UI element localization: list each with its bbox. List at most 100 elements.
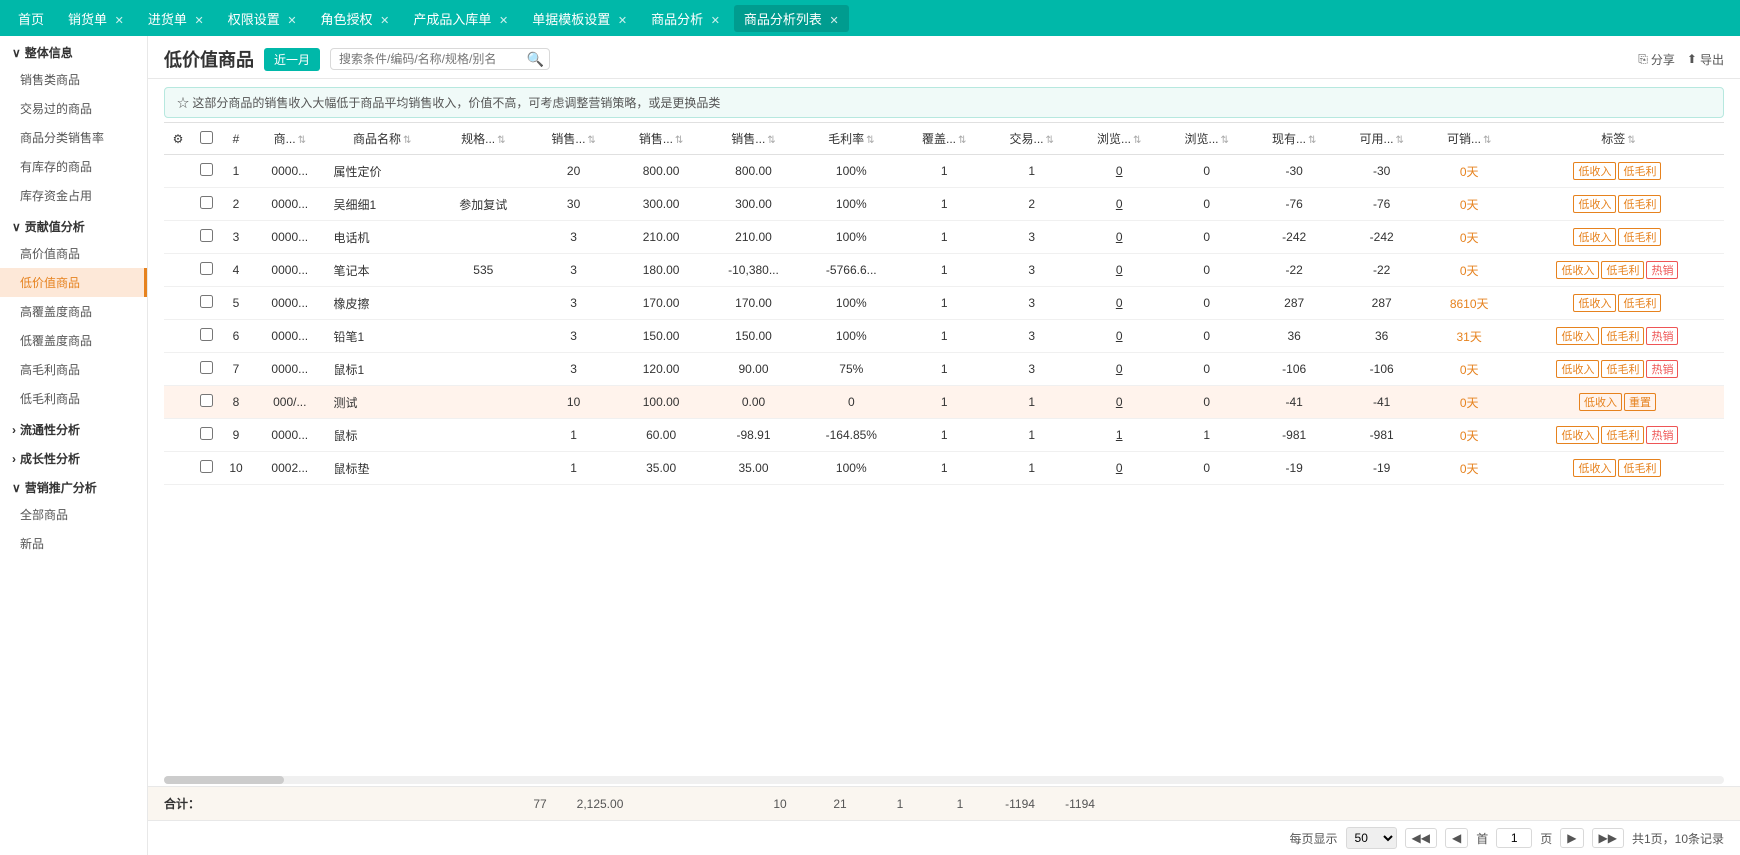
row-checkbox[interactable] bbox=[200, 460, 213, 473]
close-warehouse-icon[interactable]: ✕ bbox=[499, 15, 508, 27]
row-browse2: 0 bbox=[1163, 188, 1251, 221]
export-button[interactable]: ⬆ 导出 bbox=[1687, 51, 1724, 68]
last-page-button[interactable]: ▶▶ bbox=[1592, 828, 1624, 848]
row-browse1-link[interactable]: 0 bbox=[1116, 230, 1123, 244]
search-input[interactable] bbox=[330, 48, 550, 70]
row-checkbox[interactable] bbox=[200, 196, 213, 209]
nav-analysis-list[interactable]: 商品分析列表 ✕ bbox=[734, 5, 849, 32]
sidebar-group-growth[interactable]: › 成长性分析 bbox=[0, 442, 147, 471]
col-gear[interactable]: ⚙ bbox=[164, 123, 192, 155]
sidebar-item-high-value[interactable]: 高价值商品 bbox=[0, 239, 147, 268]
col-profit-rate[interactable]: 毛利率⇅ bbox=[802, 123, 900, 155]
row-checkbox[interactable] bbox=[200, 229, 213, 242]
sidebar-group-overall[interactable]: ∨ 整体信息 bbox=[0, 36, 147, 65]
close-role-icon[interactable]: ✕ bbox=[380, 15, 389, 27]
close-template-icon[interactable]: ✕ bbox=[618, 15, 627, 27]
nav-purchase[interactable]: 进货单 ✕ bbox=[138, 5, 214, 32]
row-browse1-link[interactable]: 1 bbox=[1116, 428, 1123, 442]
sidebar-item-sales-goods[interactable]: 销售类商品 bbox=[0, 65, 147, 94]
first-page-button[interactable]: ◀◀ bbox=[1405, 828, 1437, 848]
row-browse1-link[interactable]: 0 bbox=[1116, 461, 1123, 475]
next-page-button[interactable]: ▶ bbox=[1560, 828, 1583, 848]
row-spec bbox=[437, 386, 530, 419]
col-trade[interactable]: 交易...⇅ bbox=[988, 123, 1076, 155]
col-sale3[interactable]: 销售...⇅ bbox=[705, 123, 802, 155]
nav-role[interactable]: 角色授权 ✕ bbox=[311, 5, 400, 32]
row-browse1-link[interactable]: 0 bbox=[1116, 329, 1123, 343]
chevron-down-icon-3: ∨ bbox=[12, 481, 21, 495]
sidebar-item-all-goods[interactable]: 全部商品 bbox=[0, 500, 147, 529]
footer-stock3 bbox=[1110, 797, 1170, 811]
row-browse1-link[interactable]: 0 bbox=[1116, 362, 1123, 376]
row-browse1-link[interactable]: 0 bbox=[1116, 296, 1123, 310]
prev-page-button[interactable]: ◀ bbox=[1445, 828, 1468, 848]
col-cover[interactable]: 覆盖...⇅ bbox=[900, 123, 988, 155]
close-analysis-icon[interactable]: ✕ bbox=[711, 15, 720, 27]
row-checkbox[interactable] bbox=[200, 328, 213, 341]
row-checkbox[interactable] bbox=[200, 262, 213, 275]
sidebar-group-contribution[interactable]: ∨ 贡献值分析 bbox=[0, 210, 147, 239]
sidebar-item-stocked-goods[interactable]: 有库存的商品 bbox=[0, 152, 147, 181]
scrollbar-thumb[interactable] bbox=[164, 776, 284, 784]
sidebar-item-high-profit[interactable]: 高毛利商品 bbox=[0, 355, 147, 384]
horizontal-scrollbar[interactable] bbox=[164, 776, 1724, 784]
tag-badge: 低毛利 bbox=[1618, 162, 1661, 180]
col-name[interactable]: 商品名称⇅ bbox=[328, 123, 437, 155]
share-button[interactable]: ⎘ 分享 bbox=[1638, 51, 1675, 68]
row-stock2: -981 bbox=[1338, 419, 1426, 452]
col-tags[interactable]: 标签⇅ bbox=[1513, 123, 1724, 155]
row-checkbox[interactable] bbox=[200, 361, 213, 374]
close-analysis-list-icon[interactable]: ✕ bbox=[830, 15, 839, 27]
sidebar-group-marketing[interactable]: ∨ 营销推广分析 bbox=[0, 471, 147, 500]
per-page-select[interactable]: 50 100 200 bbox=[1346, 827, 1397, 849]
row-browse1-link[interactable]: 0 bbox=[1116, 263, 1123, 277]
row-checkbox[interactable] bbox=[200, 427, 213, 440]
row-checkbox[interactable] bbox=[200, 295, 213, 308]
col-code[interactable]: 商...⇅ bbox=[252, 123, 328, 155]
sidebar-item-low-profit[interactable]: 低毛利商品 bbox=[0, 384, 147, 413]
search-icon[interactable]: 🔍 bbox=[527, 51, 544, 68]
nav-template[interactable]: 单据模板设置 ✕ bbox=[522, 5, 637, 32]
sidebar-item-low-value[interactable]: 低价值商品 bbox=[0, 268, 147, 297]
col-check[interactable] bbox=[192, 123, 220, 155]
page-number-input[interactable] bbox=[1496, 828, 1532, 848]
row-num: 2 bbox=[220, 188, 252, 221]
sidebar-item-traded-goods[interactable]: 交易过的商品 bbox=[0, 94, 147, 123]
nav-warehouse[interactable]: 产成品入库单 ✕ bbox=[403, 5, 518, 32]
select-all-checkbox[interactable] bbox=[200, 131, 213, 144]
nav-home[interactable]: 首页 bbox=[8, 5, 54, 32]
col-browse1[interactable]: 浏览...⇅ bbox=[1075, 123, 1163, 155]
row-browse1-link[interactable]: 0 bbox=[1116, 395, 1123, 409]
nav-sales[interactable]: 销货单 ✕ bbox=[58, 5, 134, 32]
close-purchase-icon[interactable]: ✕ bbox=[194, 15, 203, 27]
col-spec[interactable]: 规格...⇅ bbox=[437, 123, 530, 155]
col-browse2[interactable]: 浏览...⇅ bbox=[1163, 123, 1251, 155]
row-browse1-link[interactable]: 0 bbox=[1116, 197, 1123, 211]
close-sales-icon[interactable]: ✕ bbox=[115, 15, 124, 27]
col-sale1[interactable]: 销售...⇅ bbox=[530, 123, 618, 155]
row-cover: 1 bbox=[900, 188, 988, 221]
nav-analysis[interactable]: 商品分析 ✕ bbox=[641, 5, 730, 32]
nav-permission[interactable]: 权限设置 ✕ bbox=[218, 5, 307, 32]
sidebar-item-new-goods[interactable]: 新品 bbox=[0, 529, 147, 558]
row-checkbox-cell bbox=[192, 287, 220, 320]
sidebar-group-circulation[interactable]: › 流通性分析 bbox=[0, 413, 147, 442]
col-stock1[interactable]: 现有...⇅ bbox=[1250, 123, 1338, 155]
sidebar-item-low-coverage[interactable]: 低覆盖度商品 bbox=[0, 326, 147, 355]
sidebar-item-stock-fund[interactable]: 库存资金占用 bbox=[0, 181, 147, 210]
period-button[interactable]: 近一月 bbox=[264, 48, 320, 71]
row-browse1-link[interactable]: 0 bbox=[1116, 164, 1123, 178]
table-wrap[interactable]: ⚙ # 商...⇅ 商品名称⇅ 规格...⇅ 销售...⇅ 销售...⇅ 销售.… bbox=[148, 122, 1740, 774]
close-permission-icon[interactable]: ✕ bbox=[287, 15, 296, 27]
row-checkbox[interactable] bbox=[200, 163, 213, 176]
row-sale1: 3 bbox=[530, 254, 618, 287]
sidebar-item-high-coverage[interactable]: 高覆盖度商品 bbox=[0, 297, 147, 326]
row-checkbox-cell bbox=[192, 155, 220, 188]
sidebar-item-category-rate[interactable]: 商品分类销售率 bbox=[0, 123, 147, 152]
row-gear bbox=[164, 452, 192, 485]
col-stock3[interactable]: 可销...⇅ bbox=[1425, 123, 1513, 155]
row-browse1: 0 bbox=[1075, 386, 1163, 419]
col-sale2[interactable]: 销售...⇅ bbox=[617, 123, 705, 155]
col-stock2[interactable]: 可用...⇅ bbox=[1338, 123, 1426, 155]
row-checkbox[interactable] bbox=[200, 394, 213, 407]
